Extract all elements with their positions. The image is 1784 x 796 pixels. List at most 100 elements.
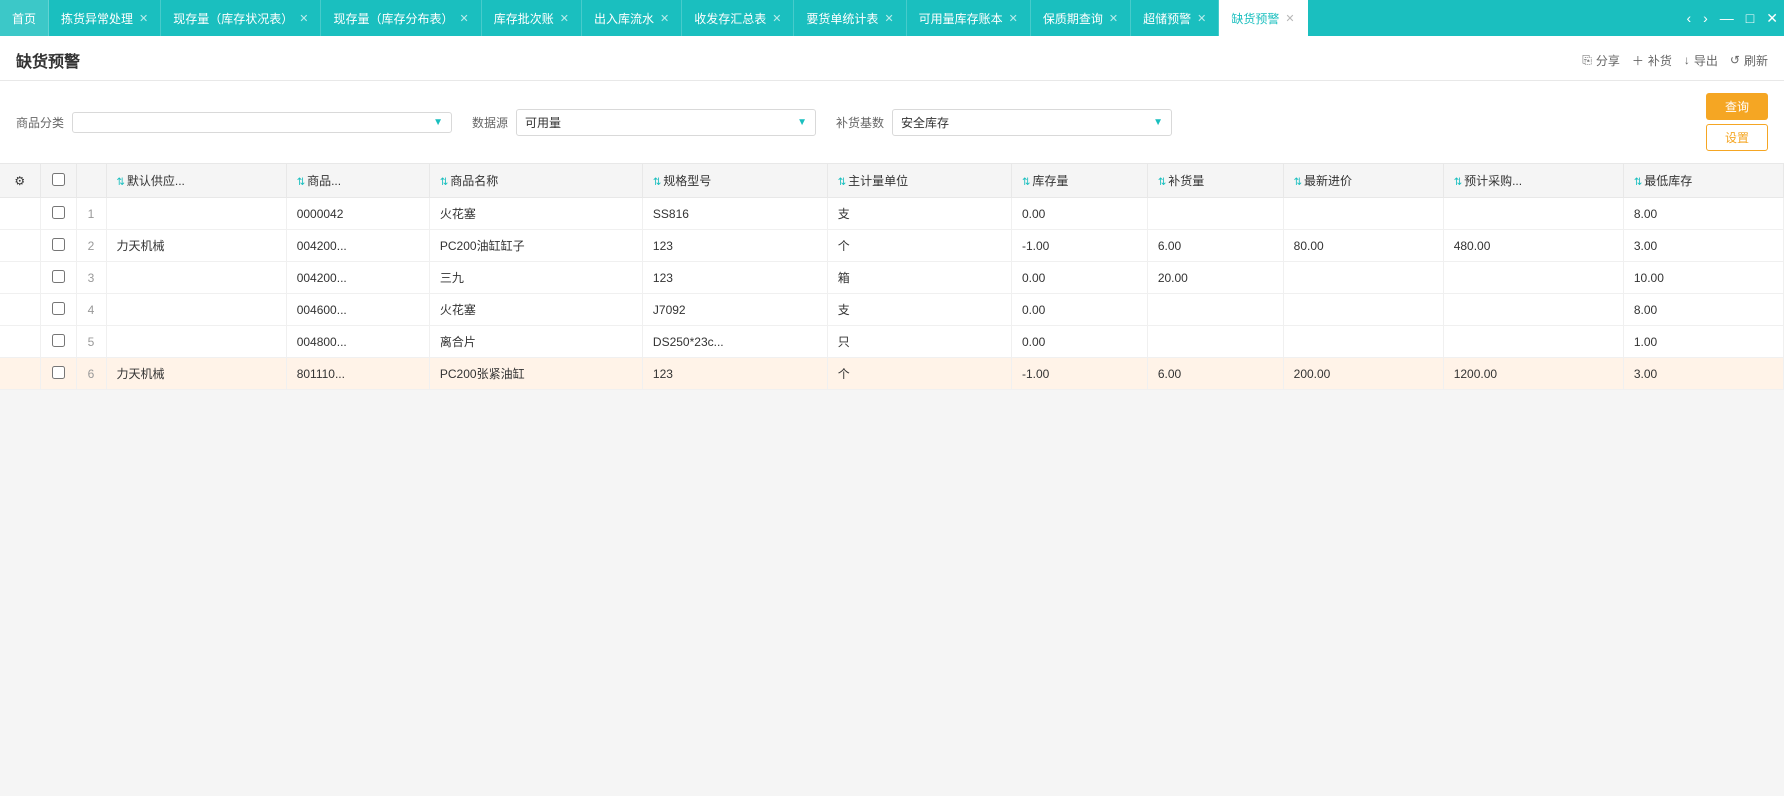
tab-anomaly[interactable]: 拣货异常处理✕ [49,0,161,36]
tab-batch[interactable]: 库存批次账✕ [482,0,582,36]
tab-close-inout[interactable]: ✕ [660,12,669,25]
row-min-stock: 8.00 [1623,294,1783,326]
row-spec: J7092 [642,294,827,326]
table-row: 1 0000042 火花塞 SS816 支 0.00 8.00 [0,198,1784,230]
tab-close-expiry[interactable]: ✕ [1109,12,1118,25]
row-checkbox-cell [40,262,76,294]
row-est-purchase: 480.00 [1443,230,1623,262]
tab-home[interactable]: 首页 [0,0,49,36]
refresh-label: 刷新 [1744,52,1768,69]
row-product-code: 004600... [286,294,429,326]
replenish-base-value: 安全库存 [901,114,949,131]
row-stock-qty: 0.00 [1011,294,1147,326]
query-button[interactable]: 查询 [1706,93,1768,120]
row-supplier: 力天机械 [106,230,286,262]
tab-expiry[interactable]: 保质期查询✕ [1031,0,1131,36]
code-sort-icon: ⇅ [297,177,305,188]
tab-close-order-stat[interactable]: ✕ [884,12,893,25]
select-all-checkbox[interactable] [52,173,65,186]
row-latest-price: 80.00 [1283,230,1443,262]
row-spec: 123 [642,358,827,390]
row-unit: 个 [827,358,1011,390]
category-filter-group: 商品分类 ▼ [16,112,452,133]
replenish-base-label: 补货基数 [836,114,884,131]
row-product-code: 801110... [286,358,429,390]
row-supplier [106,198,286,230]
row-checkbox[interactable] [52,206,65,219]
tab-close-available[interactable]: ✕ [1009,12,1018,25]
tab-close-collection[interactable]: ✕ [772,12,781,25]
share-btn[interactable]: ⎘ 分享 [1582,52,1620,69]
row-stock-qty: 0.00 [1011,326,1147,358]
row-latest-price [1283,326,1443,358]
row-gear-cell [0,294,40,326]
replenish-label: 补货 [1648,52,1672,69]
tab-order-stat[interactable]: 要货单统计表✕ [794,0,906,36]
col-replenish-qty[interactable]: ⇅补货量 [1147,164,1283,198]
col-num [76,164,106,198]
maximize-btn[interactable]: □ [1740,0,1760,36]
tab-stock-status[interactable]: 现存量（库存状况表）✕ [161,0,321,36]
filter-action-buttons: 查询 设置 [1706,93,1768,151]
close-window-btn[interactable]: ✕ [1760,0,1784,36]
row-num: 6 [76,358,106,390]
row-checkbox[interactable] [52,302,65,315]
export-btn[interactable]: ↓ 导出 [1684,52,1718,69]
row-est-purchase: 1200.00 [1443,358,1623,390]
tab-collection[interactable]: 收发存汇总表✕ [682,0,794,36]
replenish-btn[interactable]: ＋ 补货 [1632,52,1672,69]
page-container: 缺货预警 ⎘ 分享 ＋ 补货 ↓ 导出 ↺ 刷新 商品分类 [0,36,1784,390]
datasource-select[interactable]: 可用量 ▼ [516,109,816,136]
tab-stock-dist[interactable]: 现存量（库存分布表）✕ [321,0,481,36]
col-min-stock[interactable]: ⇅最低库存 [1623,164,1783,198]
minimize-btn[interactable]: — [1714,0,1740,36]
tab-close-anomaly[interactable]: ✕ [139,12,148,25]
row-checkbox[interactable] [52,238,65,251]
col-latest-price[interactable]: ⇅最新进价 [1283,164,1443,198]
next-tab-btn[interactable]: › [1697,0,1714,36]
row-num: 4 [76,294,106,326]
category-select[interactable]: ▼ [72,112,452,133]
share-icon: ⎘ [1582,53,1592,68]
table-row: 2 力天机械 004200... PC200油缸缸子 123 个 -1.00 6… [0,230,1784,262]
page-header: 缺货预警 ⎘ 分享 ＋ 补货 ↓ 导出 ↺ 刷新 [0,36,1784,81]
row-gear-cell [0,230,40,262]
page-actions: ⎘ 分享 ＋ 补货 ↓ 导出 ↺ 刷新 [1582,52,1768,69]
replenish-base-select[interactable]: 安全库存 ▼ [892,109,1172,136]
row-checkbox[interactable] [52,334,65,347]
table-row: 5 004800... 离合片 DS250*23c... 只 0.00 1.00 [0,326,1784,358]
tab-close-stock-status[interactable]: ✕ [299,12,308,25]
table-row: 6 力天机械 801110... PC200张紧油缸 123 个 -1.00 6… [0,358,1784,390]
row-checkbox-cell [40,230,76,262]
row-stock-qty: 0.00 [1011,262,1147,294]
refresh-btn[interactable]: ↺ 刷新 [1730,52,1768,69]
col-stock-qty[interactable]: ⇅库存量 [1011,164,1147,198]
tab-available[interactable]: 可用量库存账本✕ [907,0,1031,36]
tab-overstock[interactable]: 超储预警✕ [1131,0,1219,36]
tab-close-batch[interactable]: ✕ [560,12,569,25]
col-spec[interactable]: ⇅规格型号 [642,164,827,198]
tab-close-stock-dist[interactable]: ✕ [460,12,469,25]
col-product-code[interactable]: ⇅商品... [286,164,429,198]
col-est-purchase[interactable]: ⇅预计采购... [1443,164,1623,198]
row-supplier [106,326,286,358]
tab-shortage[interactable]: 缺货预警✕ [1219,0,1307,36]
est-sort-icon: ⇅ [1454,177,1462,188]
row-checkbox-cell [40,358,76,390]
prev-tab-btn[interactable]: ‹ [1680,0,1697,36]
row-checkbox[interactable] [52,366,65,379]
col-unit[interactable]: ⇅主计量单位 [827,164,1011,198]
tab-inout[interactable]: 出入库流水✕ [582,0,682,36]
settings-button[interactable]: 设置 [1706,124,1768,151]
col-gear[interactable]: ⚙ [0,164,40,198]
stock-sort-icon: ⇅ [1022,177,1030,188]
col-product-name[interactable]: ⇅商品名称 [429,164,642,198]
table-body: 1 0000042 火花塞 SS816 支 0.00 8.00 2 力天机械 0… [0,198,1784,390]
tab-close-overstock[interactable]: ✕ [1197,12,1206,25]
col-default-supplier[interactable]: ⇅默认供应... [106,164,286,198]
row-latest-price: 200.00 [1283,358,1443,390]
tab-close-shortage[interactable]: ✕ [1285,12,1294,25]
row-spec: SS816 [642,198,827,230]
row-checkbox[interactable] [52,270,65,283]
row-unit: 箱 [827,262,1011,294]
